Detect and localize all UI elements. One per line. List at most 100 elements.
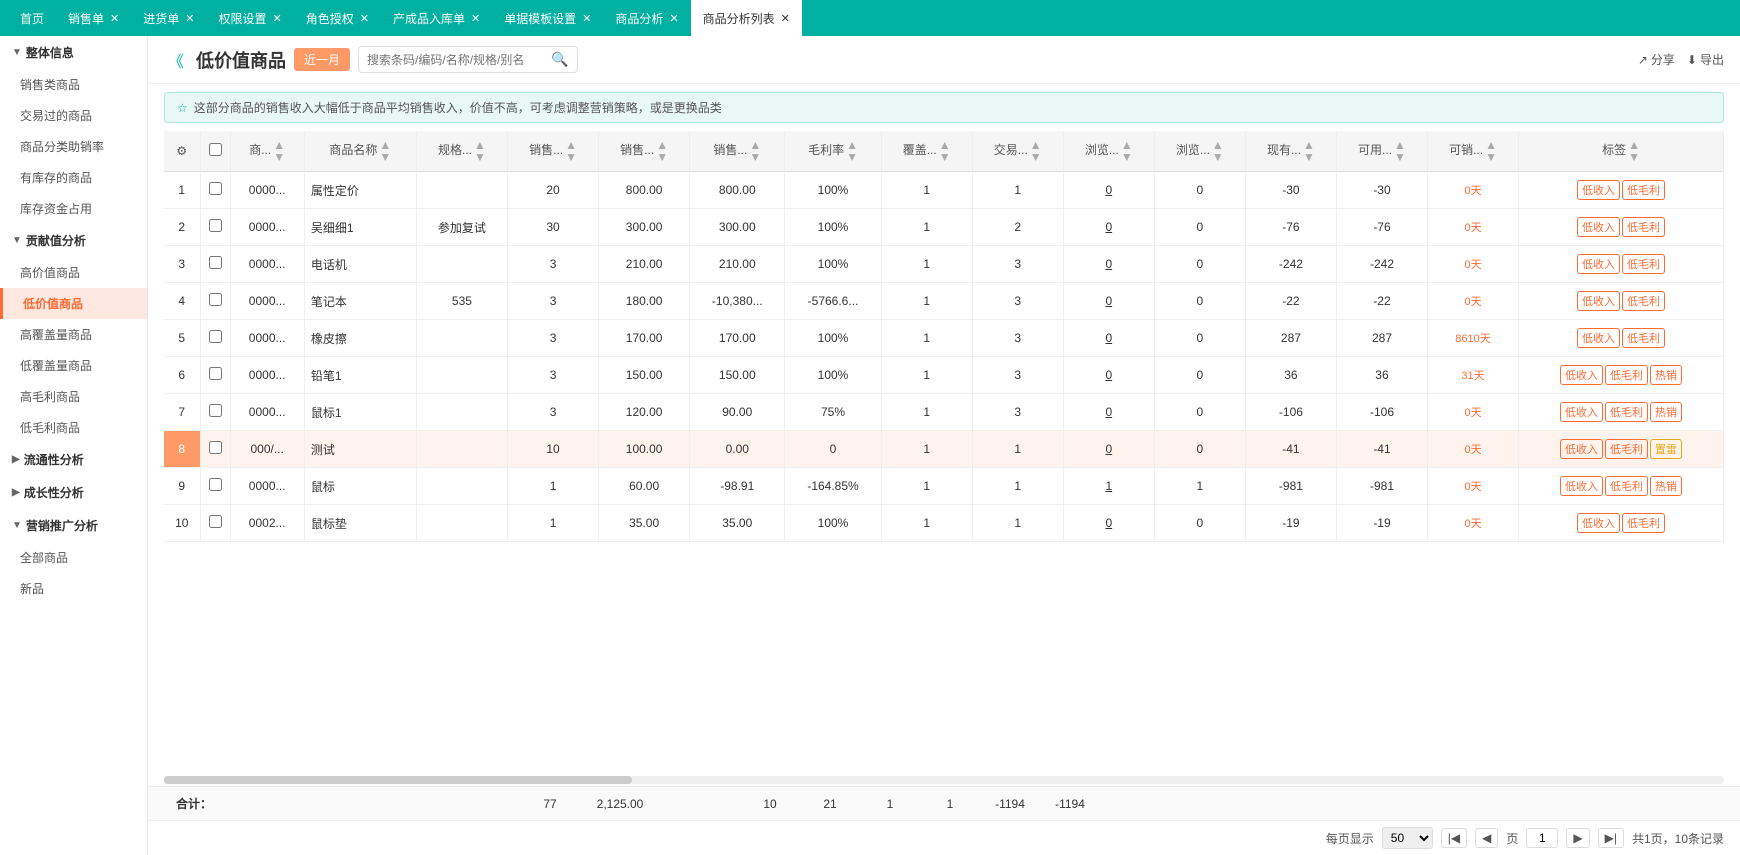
row-trade: 3	[972, 357, 1063, 394]
row-checkbox[interactable]	[209, 515, 222, 528]
nav-close-template[interactable]: ✕	[582, 12, 591, 25]
row-browse1[interactable]: 0	[1063, 283, 1154, 320]
first-page-btn[interactable]: |◀	[1441, 828, 1467, 848]
nav-item-analysis-list[interactable]: 商品分析列表 ✕	[691, 0, 802, 36]
filter-month-btn[interactable]: 近一月	[294, 48, 350, 71]
tag-badge: 低收入	[1560, 439, 1603, 459]
nav-item-purchase[interactable]: 进货单 ✕	[131, 0, 206, 36]
nav-item-template[interactable]: 单据模板设置 ✕	[492, 0, 603, 36]
row-browse1[interactable]: 0	[1063, 394, 1154, 431]
nav-item-roles[interactable]: 角色授权 ✕	[294, 0, 381, 36]
sidebar-item-low-value[interactable]: 低价值商品	[0, 288, 147, 319]
sidebar-item-stock-goods[interactable]: 有库存的商品	[0, 162, 147, 193]
row-tags: 低收入低毛利	[1519, 209, 1724, 246]
share-btn[interactable]: ↗ 分享	[1638, 51, 1675, 68]
row-checkbox-cell	[200, 431, 230, 468]
row-checkbox[interactable]	[209, 478, 222, 491]
col-name[interactable]: 商品名称▲▼	[304, 131, 416, 172]
row-cover: 1	[881, 246, 972, 283]
sidebar-item-high-coverage[interactable]: 高覆盖量商品	[0, 319, 147, 350]
row-checkbox[interactable]	[209, 441, 222, 454]
prev-page-btn[interactable]: ◀	[1475, 828, 1498, 848]
row-browse1[interactable]: 0	[1063, 209, 1154, 246]
col-tags[interactable]: 标签▲▼	[1519, 131, 1724, 172]
header-actions: ↗ 分享 ⬇ 导出	[1638, 51, 1724, 68]
row-browse1[interactable]: 0	[1063, 431, 1154, 468]
row-checkbox[interactable]	[209, 256, 222, 269]
search-icon[interactable]: 🔍	[551, 51, 568, 68]
col-cover[interactable]: 覆盖...▲▼	[881, 131, 972, 172]
tag-badge: 低收入	[1577, 291, 1620, 311]
col-code[interactable]: 商...▲▼	[230, 131, 304, 172]
sidebar-group-growth[interactable]: ▶ 成长性分析	[0, 476, 147, 509]
row-num: 1	[164, 172, 200, 209]
col-gross-rate[interactable]: 毛利率▲▼	[785, 131, 881, 172]
row-browse1[interactable]: 1	[1063, 468, 1154, 505]
sidebar-collapse-btn[interactable]: 《	[164, 48, 188, 72]
row-browse1[interactable]: 0	[1063, 246, 1154, 283]
col-saleable[interactable]: 可销...▲▼	[1428, 131, 1519, 172]
sidebar-item-all-goods[interactable]: 全部商品	[0, 542, 147, 573]
col-sales-unit[interactable]: 销售...▲▼	[690, 131, 785, 172]
row-browse1[interactable]: 0	[1063, 357, 1154, 394]
nav-item-inventory[interactable]: 产成品入库单 ✕	[381, 0, 492, 36]
sidebar-item-category-rate[interactable]: 商品分类助销率	[0, 131, 147, 162]
col-sales-amount[interactable]: 销售...▲▼	[599, 131, 690, 172]
last-page-btn[interactable]: ▶|	[1598, 828, 1624, 848]
info-icon: ☆	[177, 101, 188, 115]
sidebar-item-sales-goods[interactable]: 销售类商品	[0, 69, 147, 100]
sidebar-item-traded-goods[interactable]: 交易过的商品	[0, 100, 147, 131]
row-spec	[416, 320, 507, 357]
col-browse1[interactable]: 浏览...▲▼	[1063, 131, 1154, 172]
nav-close-permissions[interactable]: ✕	[273, 12, 282, 25]
nav-close-roles[interactable]: ✕	[360, 12, 369, 25]
sidebar-group-marketing[interactable]: ▼ 营销推广分析	[0, 509, 147, 542]
row-checkbox[interactable]	[209, 293, 222, 306]
nav-close-analysis[interactable]: ✕	[669, 12, 678, 25]
next-page-btn[interactable]: ▶	[1566, 828, 1589, 848]
nav-close-sales[interactable]: ✕	[110, 12, 119, 25]
row-checkbox-cell	[200, 505, 230, 542]
row-browse1[interactable]: 0	[1063, 505, 1154, 542]
sidebar-item-new-goods[interactable]: 新品	[0, 573, 147, 604]
sidebar-group-liquidity[interactable]: ▶ 流通性分析	[0, 443, 147, 476]
page-size-select[interactable]: 50 100 200	[1382, 827, 1433, 849]
page-number-input[interactable]	[1526, 828, 1558, 848]
horizontal-scrollbar[interactable]	[164, 776, 1724, 784]
row-trade: 1	[972, 172, 1063, 209]
nav-item-analysis[interactable]: 商品分析 ✕	[603, 0, 690, 36]
nav-close-inventory[interactable]: ✕	[471, 12, 480, 25]
table-row: 20000...吴细细1参加复试30300.00300.00100%1200-7…	[164, 209, 1724, 246]
col-trade[interactable]: 交易...▲▼	[972, 131, 1063, 172]
col-available[interactable]: 可用...▲▼	[1336, 131, 1427, 172]
sidebar-group-overall[interactable]: ▼ 整体信息	[0, 36, 147, 69]
row-checkbox[interactable]	[209, 330, 222, 343]
row-checkbox[interactable]	[209, 219, 222, 232]
sidebar-group-contribution[interactable]: ▼ 贡献值分析	[0, 224, 147, 257]
sidebar-item-low-margin[interactable]: 低毛利商品	[0, 412, 147, 443]
row-checkbox[interactable]	[209, 367, 222, 380]
sidebar-item-high-margin[interactable]: 高毛利商品	[0, 381, 147, 412]
search-input[interactable]	[367, 53, 547, 67]
row-code: 000/...	[230, 431, 304, 468]
col-browse2[interactable]: 浏览...▲▼	[1154, 131, 1245, 172]
row-checkbox[interactable]	[209, 404, 222, 417]
scrollbar-thumb[interactable]	[164, 776, 632, 784]
sidebar-item-high-value[interactable]: 高价值商品	[0, 257, 147, 288]
nav-item-permissions[interactable]: 权限设置 ✕	[206, 0, 293, 36]
col-spec[interactable]: 规格...▲▼	[416, 131, 507, 172]
col-settings[interactable]: ⚙	[164, 131, 200, 172]
row-checkbox[interactable]	[209, 182, 222, 195]
select-all-checkbox[interactable]	[209, 143, 222, 156]
row-browse1[interactable]: 0	[1063, 320, 1154, 357]
sidebar-item-stock-capital[interactable]: 库存资金占用	[0, 193, 147, 224]
row-browse1[interactable]: 0	[1063, 172, 1154, 209]
col-sales-qty[interactable]: 销售...▲▼	[508, 131, 599, 172]
nav-item-home[interactable]: 首页	[8, 0, 56, 36]
sidebar-item-low-coverage[interactable]: 低覆盖量商品	[0, 350, 147, 381]
export-btn[interactable]: ⬇ 导出	[1687, 51, 1724, 68]
nav-item-sales[interactable]: 销售单 ✕	[56, 0, 131, 36]
nav-close-analysis-list[interactable]: ✕	[781, 12, 790, 25]
nav-close-purchase[interactable]: ✕	[185, 12, 194, 25]
col-current[interactable]: 现有...▲▼	[1245, 131, 1336, 172]
